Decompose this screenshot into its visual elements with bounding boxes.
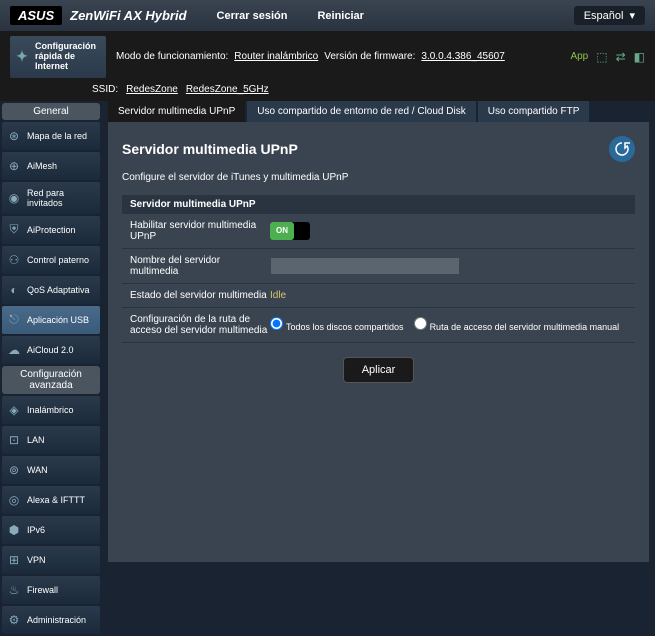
sidebar-item-lan[interactable]: ⊡LAN: [2, 426, 100, 454]
ssid-2[interactable]: RedesZone_5GHz: [186, 84, 269, 95]
section-advanced: Configuración avanzada: [2, 366, 100, 394]
logout-button[interactable]: Cerrar sesión: [217, 10, 288, 22]
ssid-1[interactable]: RedesZone: [126, 84, 178, 95]
radio-all-disks[interactable]: Todos los discos compartidos: [270, 317, 404, 332]
sidebar-item-parental[interactable]: ⚇Control paterno: [2, 246, 100, 274]
mesh-icon: ⊕: [6, 158, 22, 174]
vpn-icon: ⊞: [6, 552, 22, 568]
brand-logo: ASUS: [10, 6, 62, 25]
sidebar-item-qos[interactable]: ◐QoS Adaptativa: [2, 276, 100, 304]
enable-label: Habilitar servidor multimedia UPnP: [130, 220, 270, 242]
parental-icon: ⚇: [6, 252, 22, 268]
guest-icon: ◉: [6, 190, 22, 206]
sidebar-item-firewall[interactable]: ♨Firewall: [2, 576, 100, 604]
sidebar-item-aiprotection[interactable]: ⛨AiProtection: [2, 216, 100, 244]
panel: Servidor multimedia UPnP Configure el se…: [108, 122, 649, 562]
ipv6-icon: ⬢: [6, 522, 22, 538]
status-icon-1[interactable]: ⬚: [596, 50, 607, 64]
name-label: Nombre del servidor multimedia: [130, 255, 270, 277]
mode-value[interactable]: Router inalámbrico: [234, 51, 318, 62]
quick-setup-button[interactable]: ✦ Configuración rápida de Internet: [10, 36, 106, 78]
radio-manual[interactable]: Ruta de acceso del servidor multimedia m…: [414, 317, 620, 332]
network-icon: ⊛: [6, 128, 22, 144]
sidebar-item-vpn[interactable]: ⊞VPN: [2, 546, 100, 574]
ssid-label: SSID:: [92, 84, 118, 95]
tabs: Servidor multimedia UPnP Uso compartido …: [108, 101, 649, 122]
language-selector[interactable]: Español ▾: [574, 6, 645, 25]
chevron-down-icon: ▾: [629, 9, 635, 22]
alexa-icon: ◎: [6, 492, 22, 508]
reboot-button[interactable]: Reiniciar: [317, 10, 363, 22]
quick-setup-label: Configuración rápida de Internet: [35, 42, 102, 72]
content-area: Servidor multimedia UPnP Uso compartido …: [102, 101, 655, 636]
sidebar-item-usb[interactable]: ⎋Aplicación USB: [2, 306, 100, 334]
tab-cloud-disk[interactable]: Uso compartido de entorno de red / Cloud…: [247, 101, 475, 122]
model-name: ZenWiFi AX Hybrid: [70, 8, 186, 23]
sidebar-item-aicloud[interactable]: ☁AiCloud 2.0: [2, 336, 100, 364]
firewall-icon: ♨: [6, 582, 22, 598]
fw-value[interactable]: 3.0.0.4.386_45607: [421, 51, 504, 62]
admin-icon: ⚙: [6, 612, 22, 628]
apply-button[interactable]: Aplicar: [343, 357, 415, 383]
globe-icon: ✦: [14, 49, 30, 65]
info-bar: ✦ Configuración rápida de Internet Modo …: [0, 32, 655, 82]
sidebar-item-wan[interactable]: ⊚WAN: [2, 456, 100, 484]
usb-icon: ⎋: [6, 312, 22, 328]
refresh-icon: [614, 141, 630, 157]
refresh-button[interactable]: [609, 136, 635, 162]
fw-label: Versión de firmware:: [324, 51, 415, 62]
app-button[interactable]: App: [570, 51, 588, 62]
sidebar-item-admin[interactable]: ⚙Administración: [2, 606, 100, 634]
radio-all-disks-input[interactable]: [270, 317, 283, 330]
language-label: Español: [584, 10, 624, 22]
status-icon-3[interactable]: ◧: [634, 50, 645, 64]
sidebar-item-network-map[interactable]: ⊛Mapa de la red: [2, 122, 100, 150]
cloud-icon: ☁: [6, 342, 22, 358]
path-label: Configuración de la ruta de acceso del s…: [130, 314, 270, 336]
radio-manual-input[interactable]: [414, 317, 427, 330]
enable-toggle[interactable]: ON: [270, 222, 310, 240]
subheader: Servidor multimedia UPnP: [122, 195, 635, 214]
section-general: General: [2, 103, 100, 120]
ssid-row: SSID: RedesZone RedesZone_5GHz: [0, 82, 655, 101]
topbar: ASUS ZenWiFi AX Hybrid Cerrar sesión Rei…: [0, 0, 655, 32]
server-name-input[interactable]: [270, 257, 460, 275]
panel-title: Servidor multimedia UPnP: [122, 141, 298, 157]
sidebar-item-aimesh[interactable]: ⊕AiMesh: [2, 152, 100, 180]
wifi-icon: ◈: [6, 402, 22, 418]
toggle-on-text: ON: [270, 222, 294, 240]
sidebar: General ⊛Mapa de la red ⊕AiMesh ◉Red par…: [0, 101, 102, 636]
tab-upnp[interactable]: Servidor multimedia UPnP: [108, 101, 245, 122]
sidebar-item-wireless[interactable]: ◈Inalámbrico: [2, 396, 100, 424]
sidebar-item-ipv6[interactable]: ⬢IPv6: [2, 516, 100, 544]
qos-icon: ◐: [6, 282, 22, 298]
status-label: Estado del servidor multimedia: [130, 290, 270, 301]
status-icon-2[interactable]: ⇄: [616, 50, 626, 64]
sidebar-item-alexa[interactable]: ◎Alexa & IFTTT: [2, 486, 100, 514]
status-value: Idle: [270, 290, 286, 301]
lan-icon: ⊡: [6, 432, 22, 448]
panel-desc: Configure el servidor de iTunes y multim…: [122, 172, 635, 183]
sidebar-item-guest[interactable]: ◉Red para invitados: [2, 182, 100, 214]
tab-ftp[interactable]: Uso compartido FTP: [478, 101, 590, 122]
wan-icon: ⊚: [6, 462, 22, 478]
shield-icon: ⛨: [6, 222, 22, 238]
mode-label: Modo de funcionamiento:: [116, 51, 228, 62]
